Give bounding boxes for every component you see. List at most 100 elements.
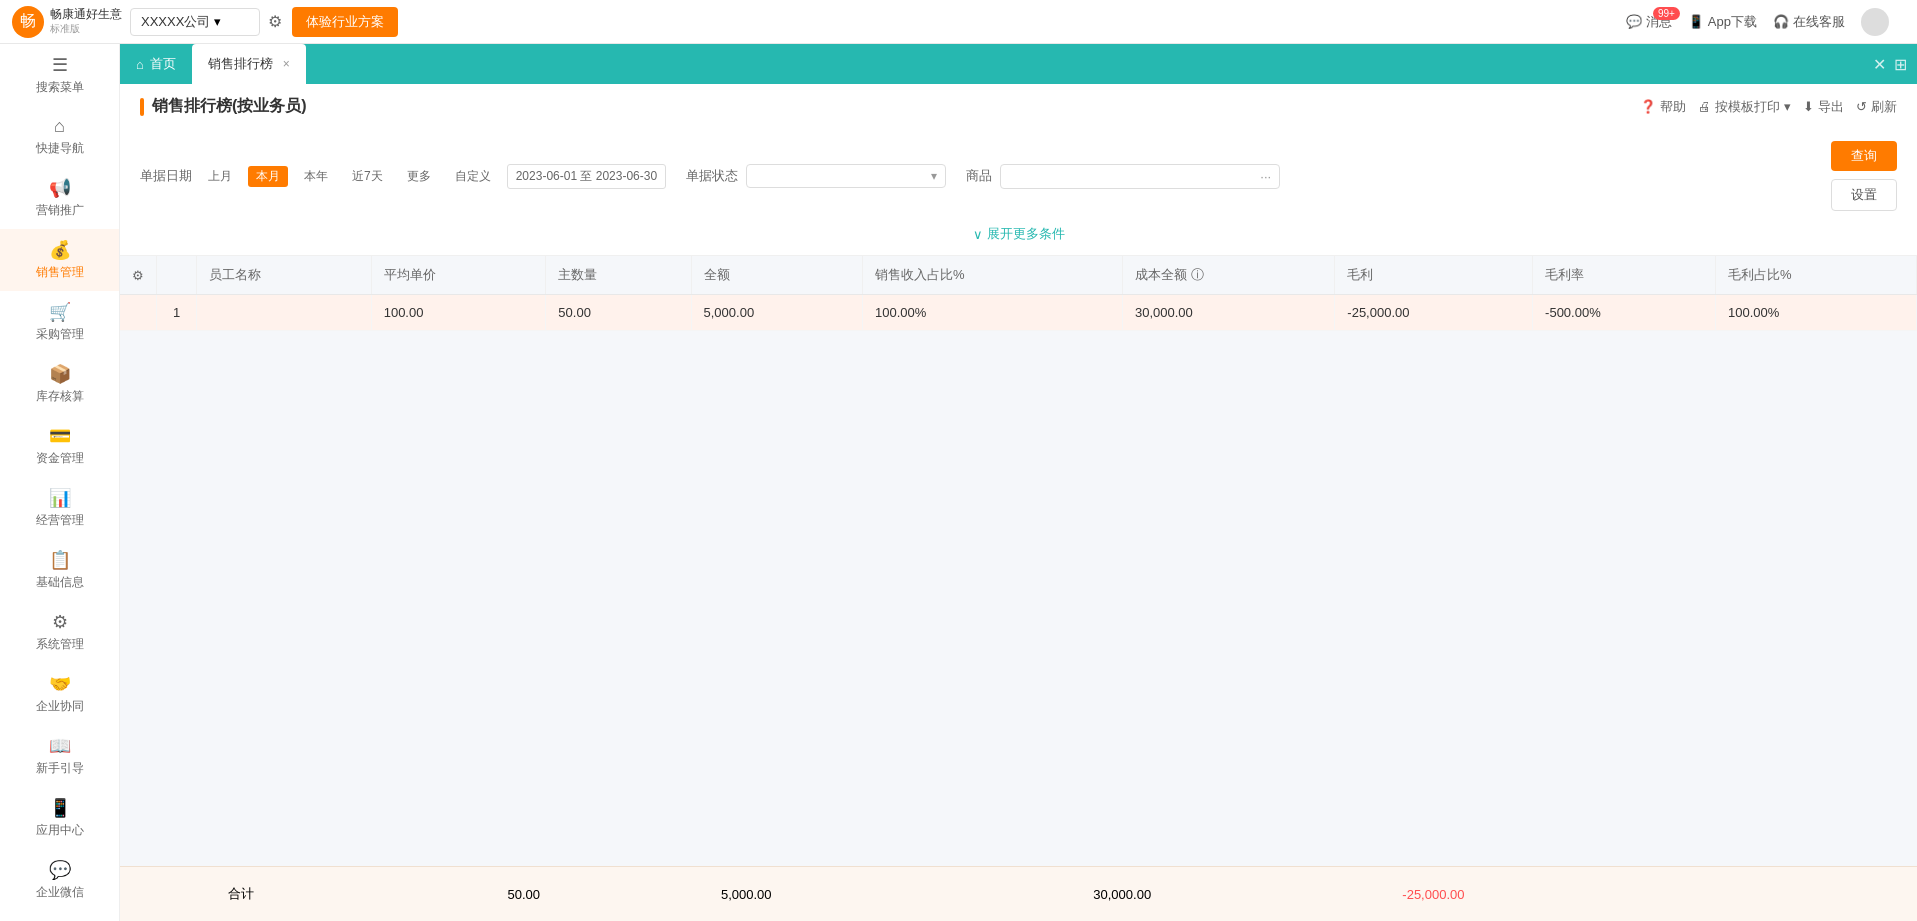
help-icon: ❓: [1640, 99, 1656, 114]
sidebar-icon-13: 💬: [49, 859, 71, 881]
sidebar-item-6[interactable]: 💳 资金管理: [0, 415, 119, 477]
sidebar-item-5[interactable]: 📦库存核算: [0, 353, 119, 415]
message-icon: 💬: [1626, 14, 1642, 29]
row-main-qty-0: 50.00: [546, 295, 691, 331]
messages-button[interactable]: 💬 消息 99+: [1626, 13, 1672, 31]
last-month-tag[interactable]: 上月: [200, 166, 240, 187]
home-icon: ⌂: [136, 57, 144, 72]
goods-label: 商品: [966, 167, 992, 185]
sidebar-label-2: 营销推广: [36, 202, 84, 219]
row-gross-rate-0: -500.00%: [1533, 295, 1716, 331]
logo-text: 畅康通好生意: [50, 7, 122, 23]
messages-badge: 99+: [1653, 7, 1680, 20]
sidebar-item-8[interactable]: 📋基础信息: [0, 539, 119, 601]
sidebar-item-10[interactable]: 🤝企业协同: [0, 663, 119, 725]
expand-more-conditions[interactable]: ∨ 展开更多条件: [973, 225, 1065, 243]
table-footer: 合计 50.00 5,000.00 30,000.00 -25,000.00: [120, 866, 1917, 921]
goods-input[interactable]: ···: [1000, 164, 1280, 189]
sidebar-label-4: 采购管理: [36, 326, 84, 343]
date-range-input[interactable]: 2023-06-01 至 2023-06-30: [507, 164, 666, 189]
tab-close-icon[interactable]: ×: [283, 57, 290, 71]
sidebar-icon-1: ⌂: [54, 116, 65, 137]
sidebar-label-12: 应用中心: [36, 822, 84, 839]
col-avg-price: 平均单价: [371, 256, 546, 295]
doc-status-select[interactable]: ▾: [746, 164, 946, 188]
sidebar-item-4[interactable]: 🛒采购管理: [0, 291, 119, 353]
col-settings[interactable]: ⚙: [120, 256, 157, 295]
sidebar-label-9: 系统管理: [36, 636, 84, 653]
help-button[interactable]: ❓ 帮助: [1640, 98, 1686, 116]
industry-button[interactable]: 体验行业方案: [292, 7, 398, 37]
col-gross-pct: 毛利占比%: [1716, 256, 1917, 295]
sidebar-icon-11: 📖: [49, 735, 71, 757]
row-settings-0[interactable]: [120, 295, 157, 331]
goods-filter: 商品 ···: [966, 164, 1280, 189]
print-button[interactable]: 🖨 按模板打印 ▾: [1698, 98, 1791, 116]
sidebar-icon-8: 📋: [49, 549, 71, 571]
sidebar-label-11: 新手引导: [36, 760, 84, 777]
app-download-button[interactable]: 📱 App下载: [1688, 13, 1757, 31]
sidebar-icon-7: 📊: [49, 487, 71, 509]
sidebar-label-7: 经营管理: [36, 512, 84, 529]
sidebar-item-2[interactable]: 📢 营销推广: [0, 167, 119, 229]
doc-status-filter: 单据状态 ▾: [686, 164, 946, 188]
custom-tag[interactable]: 自定义: [447, 166, 499, 187]
sidebar-icon-12: 📱: [49, 797, 71, 819]
sidebar-item-14[interactable]: V畅会员: [0, 911, 119, 921]
refresh-button[interactable]: ↺ 刷新: [1856, 98, 1897, 116]
col-sales-pct: 销售收入占比%: [863, 256, 1123, 295]
date-filter: 单据日期 上月 本月 本年 近7天 更多 自定义 2023-06-01 至 20…: [140, 164, 666, 189]
col-rank: [157, 256, 197, 295]
phone-icon: 📱: [1688, 14, 1704, 29]
current-month-tag[interactable]: 本月: [248, 166, 288, 187]
sidebar-item-9[interactable]: ⚙ 系统管理: [0, 601, 119, 663]
sidebar-item-13[interactable]: 💬 企业微信: [0, 849, 119, 911]
sidebar-icon-10: 🤝: [49, 673, 71, 695]
top-right-actions: 💬 消息 99+ 📱 App下载 🎧 在线客服: [1626, 8, 1905, 36]
headset-icon: 🎧: [1773, 14, 1789, 29]
sidebar-item-7[interactable]: 📊 经营管理: [0, 477, 119, 539]
doc-status-chevron: ▾: [931, 169, 937, 183]
table-header-row: ⚙ 员工名称 平均单价 主数量 全额 销售收入占比% 成本全额 ⓘ 毛利 毛利率: [120, 256, 1917, 295]
table-row: 1 100.00 50.00 5,000.00 100.00% 30,000.0…: [120, 295, 1917, 331]
footer-label: 合计: [216, 877, 405, 911]
sidebar-label-6: 资金管理: [36, 450, 84, 467]
more-tag[interactable]: 更多: [399, 166, 439, 187]
col-gross-rate: 毛利率: [1533, 256, 1716, 295]
company-selector[interactable]: XXXXX公司 ▾: [130, 8, 260, 36]
tab-home[interactable]: ⌂ 首页: [120, 44, 192, 84]
export-button[interactable]: ⬇ 导出: [1803, 98, 1844, 116]
sidebar-icon-6: 💳: [49, 425, 71, 447]
col-gross: 毛利: [1335, 256, 1533, 295]
col-main-qty: 主数量: [546, 256, 691, 295]
tab-sales-ranking[interactable]: 销售排行榜 ×: [192, 44, 306, 84]
page-title: 销售排行榜(按业务员): [152, 96, 307, 117]
logo-area: 畅 畅康通好生意 标准版: [12, 6, 122, 38]
sidebar-item-1[interactable]: ⌂快捷导航: [0, 106, 119, 167]
row-avg-price-0: 100.00: [371, 295, 546, 331]
settings-icon[interactable]: ⚙: [268, 12, 282, 31]
sidebar-icon-2: 📢: [49, 177, 71, 199]
sidebar-icon-5: 📦: [49, 363, 71, 385]
footer-cost: 30,000.00: [1081, 877, 1390, 911]
query-button[interactable]: 查询: [1831, 141, 1897, 171]
expand-window-icon[interactable]: ⊞: [1894, 55, 1907, 74]
online-service-button[interactable]: 🎧 在线客服: [1773, 13, 1845, 31]
sidebar-item-3[interactable]: 💰销售管理: [0, 229, 119, 291]
sidebar-label-13: 企业微信: [36, 884, 84, 901]
sidebar-item-11[interactable]: 📖 新手引导: [0, 725, 119, 787]
sidebar-item-0[interactable]: ☰搜索菜单: [0, 44, 119, 106]
chevron-down-icon: ▾: [214, 14, 221, 29]
row-sales-pct-0: 100.00%: [863, 295, 1123, 331]
sidebar: ☰搜索菜单⌂快捷导航 📢 营销推广 💰销售管理🛒采购管理📦库存核算 💳 资金管理 📊 经营管理…: [0, 44, 120, 921]
current-year-tag[interactable]: 本年: [296, 166, 336, 187]
settings-button[interactable]: 设置: [1831, 179, 1897, 211]
sidebar-item-12[interactable]: 📱 应用中心: [0, 787, 119, 849]
user-avatar[interactable]: [1861, 8, 1889, 36]
footer-gross: -25,000.00: [1390, 877, 1715, 911]
last-7-days-tag[interactable]: 近7天: [344, 166, 391, 187]
goods-more-icon: ···: [1260, 169, 1271, 184]
close-window-icon[interactable]: ✕: [1873, 55, 1886, 74]
col-employee: 员工名称: [197, 256, 372, 295]
sidebar-icon-9: ⚙: [52, 611, 68, 633]
